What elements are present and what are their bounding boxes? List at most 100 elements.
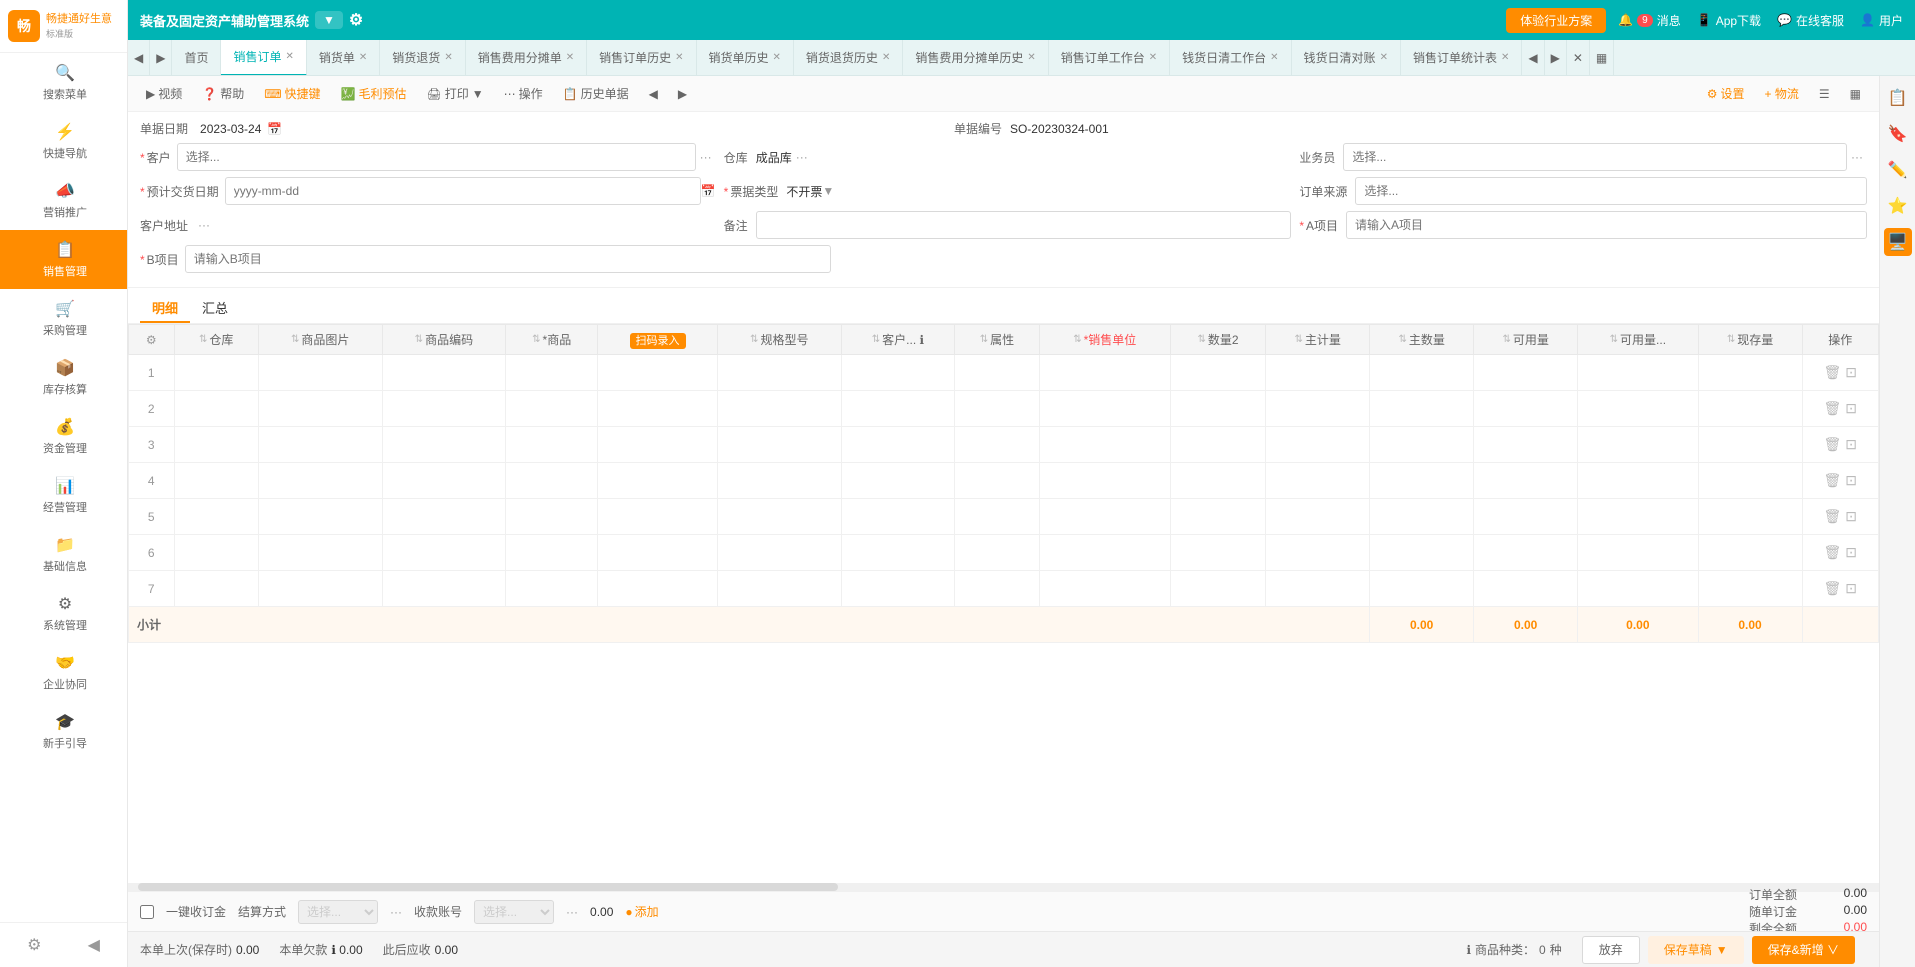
delivery-date-input[interactable] [225,177,701,205]
save-new-btn[interactable]: 保存&新增 ∨ [1752,936,1855,964]
address-dots[interactable]: ··· [194,218,214,232]
sidebar-item-营销推广[interactable]: 📣营销推广 [0,171,127,230]
right-panel-icon-1[interactable]: 📋 [1884,84,1912,112]
bell-item[interactable]: 🔔9 消息 [1618,12,1681,29]
user-item[interactable]: 👤 用户 [1860,12,1903,29]
sidebar-item-采购管理[interactable]: 🛒采购管理 [0,289,127,348]
tab-scroll-right[interactable]: ▶ [1545,40,1567,76]
warehouse-dots[interactable]: ··· [792,150,812,164]
staff-input[interactable] [1343,143,1847,171]
sidebar-item-搜索菜单[interactable]: 🔍搜索菜单 [0,53,127,112]
sidebar-item-快捷导航[interactable]: ⚡快捷导航 [0,112,127,171]
tab-11[interactable]: 钱货日清对账✕ [1292,40,1401,76]
tab-6[interactable]: 销货单历史✕ [697,40,794,76]
add-material-btn[interactable]: + 物流 [1759,83,1805,104]
copy-icon-5[interactable]: ⊡ [1845,508,1857,525]
delete-icon-6[interactable]: 🗑 [1824,544,1842,561]
delete-icon-2[interactable]: 🗑 [1824,400,1842,417]
tab-10[interactable]: 钱货日清工作台✕ [1170,40,1291,76]
tab-8[interactable]: 销售费用分摊单历史✕ [903,40,1048,76]
a-project-input[interactable] [1346,211,1867,239]
industry-btn[interactable]: 体验行业方案 [1506,8,1606,33]
sidebar-item-资金管理[interactable]: 💰资金管理 [0,407,127,466]
prev-btn[interactable]: ◀ [643,85,664,103]
customer-input[interactable] [177,143,696,171]
history-btn[interactable]: 📋 历史单据 [557,83,635,104]
th-settings[interactable]: ⚙ [129,325,175,355]
sidebar-item-企业协同[interactable]: 🤝企业协同 [0,643,127,702]
right-panel-icon-5[interactable]: 🖥️ [1884,228,1912,256]
tab-detail[interactable]: 明细 [140,294,190,323]
discard-btn[interactable]: 放弃 [1582,936,1640,964]
tab-nav-right[interactable]: ▶ [150,40,172,76]
staff-dots[interactable]: ··· [1847,150,1867,164]
horizontal-scrollbar[interactable] [128,883,1879,891]
delete-icon-4[interactable]: 🗑 [1824,472,1842,489]
layout-list-btn[interactable]: ☰ [1813,85,1836,103]
copy-icon-3[interactable]: ⊡ [1845,436,1857,453]
tab-7[interactable]: 销货退货历史✕ [794,40,903,76]
tab-close-all[interactable]: ✕ [1567,40,1590,76]
tab-2[interactable]: 销货单✕ [307,40,380,76]
print-btn[interactable]: 🖨 打印 ▼ [421,83,490,104]
copy-icon-7[interactable]: ⊡ [1845,580,1857,597]
sidebar-item-系统管理[interactable]: ⚙系统管理 [0,584,127,643]
tab-3[interactable]: 销货退货✕ [380,40,465,76]
copy-icon-2[interactable]: ⊡ [1845,400,1857,417]
customer-dots[interactable]: ··· [696,150,716,164]
tab-12[interactable]: 销售订单统计表✕ [1401,40,1522,76]
online-service-item[interactable]: 💬 在线客服 [1777,12,1844,29]
collapse-icon[interactable]: ◀ [84,931,104,959]
copy-icon-4[interactable]: ⊡ [1845,472,1857,489]
copy-icon-6[interactable]: ⊡ [1845,544,1857,561]
profit-btn[interactable]: 💹 毛利预估 [335,83,413,104]
one-click-checkout-checkbox[interactable] [140,905,154,919]
delete-icon-3[interactable]: 🗑 [1824,436,1842,453]
app-download-item[interactable]: 📱 App下载 [1697,12,1761,29]
tab-4[interactable]: 销售费用分摊单✕ [466,40,587,76]
order-source-input[interactable] [1355,177,1867,205]
tab-1[interactable]: 销售订单✕ [221,40,306,76]
tab-9[interactable]: 销售订单工作台✕ [1049,40,1170,76]
tab-5[interactable]: 销售订单历史✕ [587,40,696,76]
delivery-date-icon[interactable]: 📅 [701,184,716,198]
settings-bottom-icon[interactable]: ⚙ [23,931,45,959]
right-panel-icon-2[interactable]: 🔖 [1884,120,1912,148]
sidebar-item-经营管理[interactable]: 📊经营管理 [0,466,127,525]
tab-layout[interactable]: ▦ [1590,40,1614,76]
operations-btn[interactable]: ⋯ 操作 [498,83,549,104]
help-btn[interactable]: ❓ 帮助 [196,83,250,104]
topbar-gear-icon[interactable]: ⚙ [349,10,363,30]
row-num-7: 7 [129,571,175,607]
b-project-input[interactable] [185,245,831,273]
copy-icon-1[interactable]: ⊡ [1845,364,1857,381]
right-panel-icon-3[interactable]: ✏️ [1884,156,1912,184]
date-picker-icon[interactable]: 📅 [267,122,282,136]
view-btn[interactable]: ▶ 视频 [140,83,188,104]
save-draft-btn[interactable]: 保存草稿 ▼ [1648,936,1744,964]
account-select[interactable]: 选择... [474,900,554,924]
layout-grid-btn[interactable]: ▦ [1844,85,1867,103]
sidebar-item-销售管理[interactable]: 📋销售管理 [0,230,127,289]
tab-scroll-left[interactable]: ◀ [1522,40,1544,76]
sidebar-item-新手引导[interactable]: 🎓新手引导 [0,702,127,761]
invoice-dropdown[interactable]: ▼ [822,184,834,198]
delete-icon-7[interactable]: 🗑 [1824,580,1842,597]
payment-dots[interactable]: ··· [390,905,402,919]
payment-method-select[interactable]: 选择... [298,900,378,924]
settings-btn[interactable]: ⚙ 设置 [1701,83,1751,104]
remark-input[interactable] [756,211,1292,239]
tab-nav-left[interactable]: ◀ [128,40,150,76]
delete-icon-5[interactable]: 🗑 [1824,508,1842,525]
add-btn[interactable]: ● 添加 [625,903,658,920]
shortcuts-btn[interactable]: ⌨ 快捷键 [258,83,326,104]
sidebar-item-库存核算[interactable]: 📦库存核算 [0,348,127,407]
sidebar-item-基础信息[interactable]: 📁基础信息 [0,525,127,584]
delete-icon-1[interactable]: 🗑 [1824,364,1842,381]
tab-0[interactable]: 首页 [172,40,221,76]
account-dots[interactable]: ··· [566,905,578,919]
system-dropdown[interactable]: ▼ [315,11,343,29]
right-panel-icon-4[interactable]: ⭐ [1884,192,1912,220]
tab-summary[interactable]: 汇总 [190,294,240,323]
next-btn[interactable]: ▶ [672,85,693,103]
